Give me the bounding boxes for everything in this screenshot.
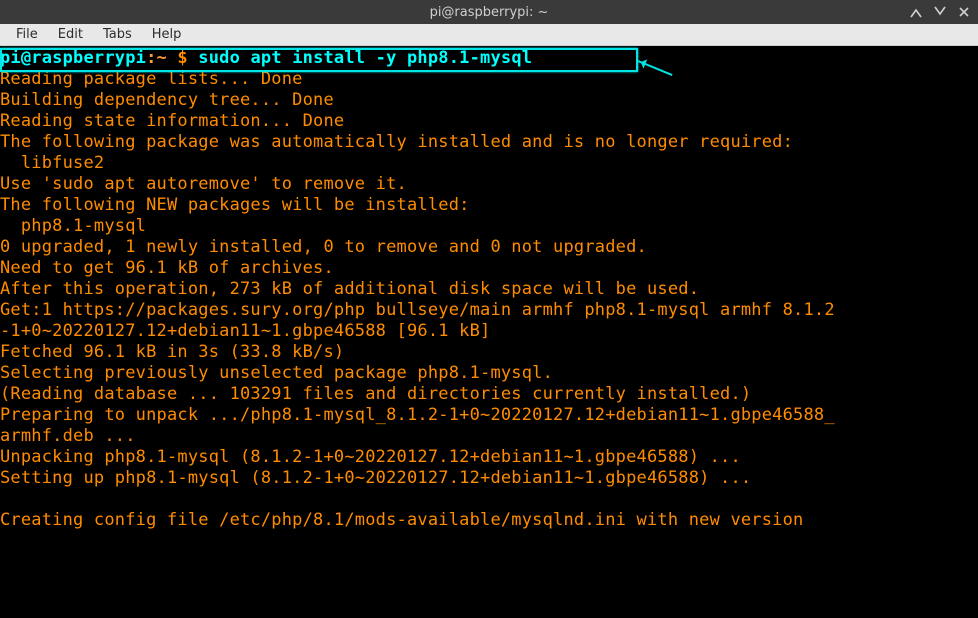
minimize-icon[interactable]: [908, 4, 924, 20]
window-title: pi@raspberrypi: ~: [430, 5, 549, 20]
output-line: php8.1-mysql: [0, 216, 978, 237]
output-line: 0 upgraded, 1 newly installed, 0 to remo…: [0, 237, 978, 258]
menubar: File Edit Tabs Help: [0, 24, 978, 46]
prompt-path: ~: [157, 48, 167, 68]
output-line: Need to get 96.1 kB of archives.: [0, 258, 978, 279]
output-line: [0, 489, 978, 510]
menu-file[interactable]: File: [6, 25, 48, 44]
window-controls: [908, 0, 972, 24]
output-line: Building dependency tree... Done: [0, 90, 978, 111]
menu-edit[interactable]: Edit: [48, 25, 93, 44]
output-line: libfuse2: [0, 153, 978, 174]
menu-tabs[interactable]: Tabs: [93, 25, 142, 44]
output-line: Reading package lists... Done: [0, 69, 978, 90]
output-line: armhf.deb ...: [0, 426, 978, 447]
prompt-dollar: $: [167, 48, 198, 68]
output-line: Setting up php8.1-mysql (8.1.2-1+0~20220…: [0, 468, 978, 489]
output-line: Unpacking php8.1-mysql (8.1.2-1+0~202201…: [0, 447, 978, 468]
close-icon[interactable]: [956, 4, 972, 20]
menu-help[interactable]: Help: [142, 25, 192, 44]
output-line: Use 'sudo apt autoremove' to remove it.: [0, 174, 978, 195]
output-line: Fetched 96.1 kB in 3s (33.8 kB/s): [0, 342, 978, 363]
output-line: Selecting previously unselected package …: [0, 363, 978, 384]
command-text: sudo apt install -y php8.1-mysql: [198, 48, 532, 68]
output-line: Creating config file /etc/php/8.1/mods-a…: [0, 510, 978, 531]
maximize-icon[interactable]: [932, 4, 948, 20]
output-line: Reading state information... Done: [0, 111, 978, 132]
prompt-user-host: pi@raspberrypi: [0, 48, 146, 68]
terminal-wrap: pi@raspberrypi:~ $ sudo apt install -y p…: [0, 46, 978, 618]
terminal-window: pi@raspberrypi: ~ File Edit Tabs Help pi…: [0, 0, 978, 618]
prompt-sep: :: [146, 48, 156, 68]
output-line: (Reading database ... 103291 files and d…: [0, 384, 978, 405]
output-line: -1+0~20220127.12+debian11~1.gbpe46588 [9…: [0, 321, 978, 342]
output-line: The following NEW packages will be insta…: [0, 195, 978, 216]
output-line: The following package was automatically …: [0, 132, 978, 153]
output-line: After this operation, 273 kB of addition…: [0, 279, 978, 300]
output-line: Preparing to unpack .../php8.1-mysql_8.1…: [0, 405, 978, 426]
titlebar[interactable]: pi@raspberrypi: ~: [0, 0, 978, 24]
terminal-area[interactable]: pi@raspberrypi:~ $ sudo apt install -y p…: [0, 46, 978, 618]
output-line: Get:1 https://packages.sury.org/php bull…: [0, 300, 978, 321]
prompt-line: pi@raspberrypi:~ $ sudo apt install -y p…: [0, 48, 978, 69]
